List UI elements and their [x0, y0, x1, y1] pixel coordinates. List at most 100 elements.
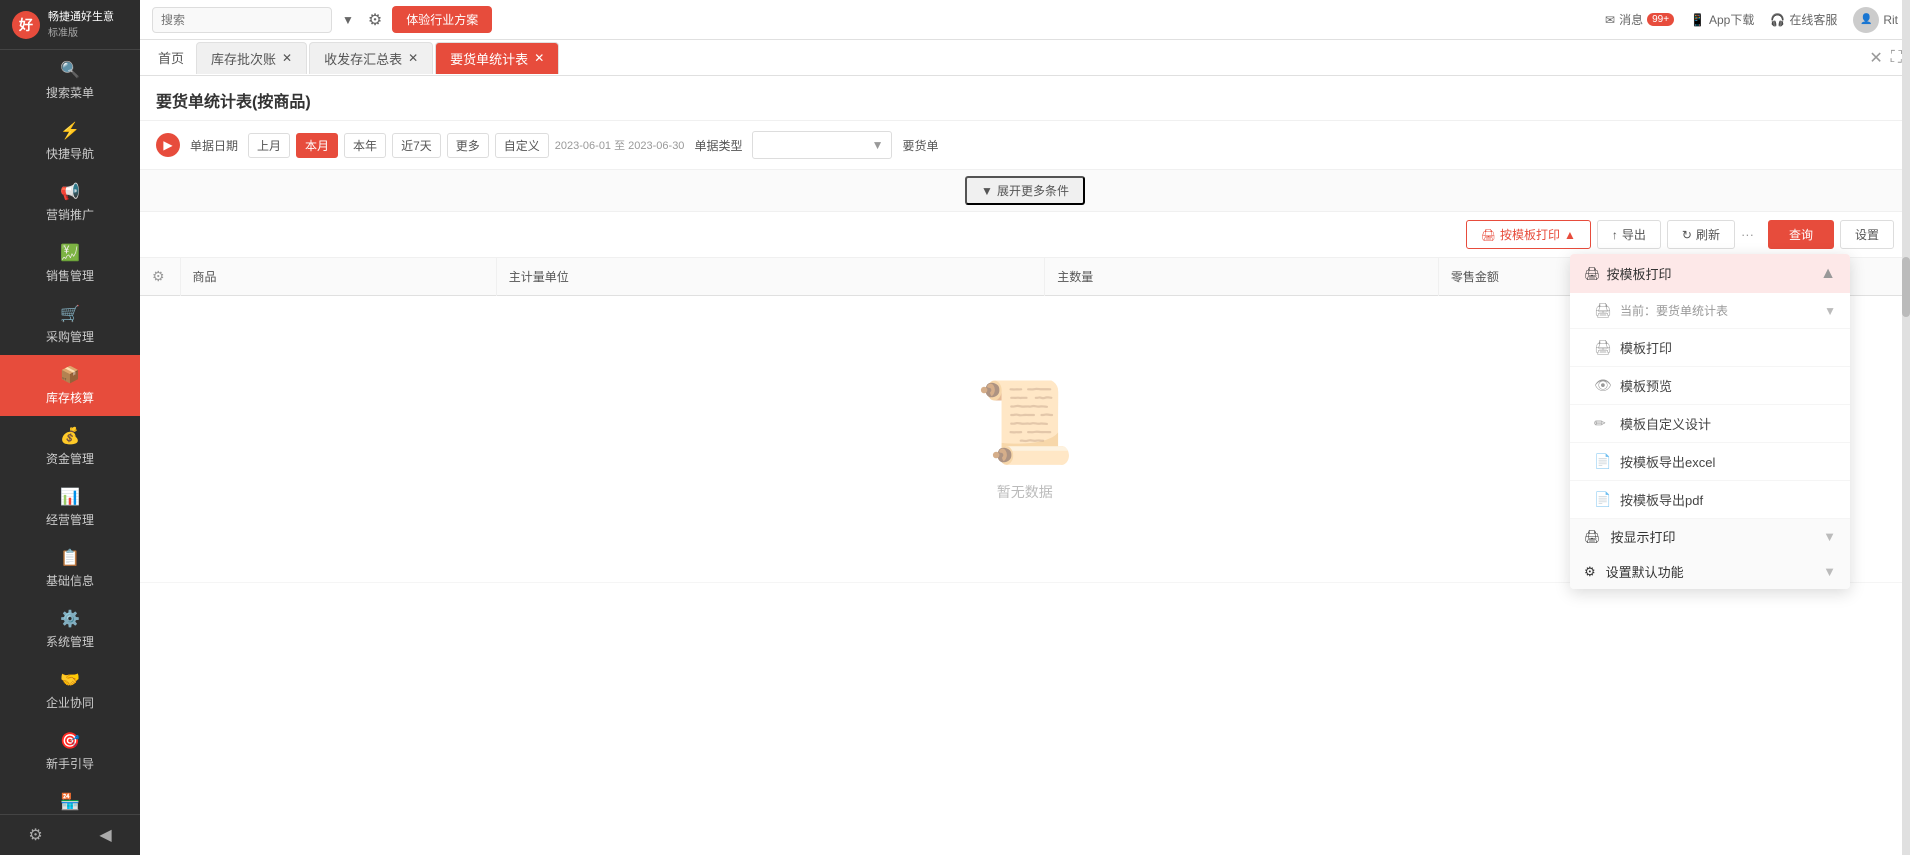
- default-func-label: 设置默认功能: [1606, 562, 1684, 581]
- export-pdf-label: 按模板导出pdf: [1620, 490, 1703, 509]
- page: 要货单统计表(按商品) ▶ 单据日期 上月 本月 本年 近7天 更多 自定义 2…: [140, 76, 1910, 855]
- message-label: 消息: [1619, 11, 1643, 28]
- sidebar-item-purchase[interactable]: 🛒 采购管理: [0, 294, 140, 355]
- sidebar-item-label: 营销推广: [46, 206, 94, 223]
- date-year-btn[interactable]: 本年: [344, 133, 386, 158]
- expand-arrow-btn[interactable]: ▶: [156, 133, 180, 157]
- app-logo: 好 畅捷通好生意 标准版: [0, 0, 140, 50]
- dropdown-export-excel[interactable]: 📄 按模板导出excel: [1570, 443, 1850, 481]
- dropdown-default-func[interactable]: ⚙ 设置默认功能 ▼: [1570, 554, 1850, 589]
- logo-text: 畅捷通好生意: [48, 10, 114, 24]
- type-filter-select[interactable]: ▼: [752, 131, 892, 159]
- date-custom-btn[interactable]: 自定义: [495, 133, 549, 158]
- window-close-icon[interactable]: ✕: [1869, 48, 1882, 68]
- empty-icon: 📜: [975, 376, 1075, 470]
- sidebar-item-system[interactable]: ⚙️ 系统管理: [0, 599, 140, 660]
- print-button[interactable]: 🖨 按模板打印 ▲: [1466, 220, 1591, 249]
- print-dropdown-close-icon[interactable]: ▲: [1820, 265, 1836, 283]
- refresh-button[interactable]: ↻ 刷新: [1667, 220, 1735, 249]
- window-maximize-icon[interactable]: ⛶: [1891, 49, 1902, 67]
- sales-icon: 💹: [60, 243, 80, 263]
- table-settings-icon[interactable]: ⚙: [152, 268, 165, 284]
- scrollbar-thumb[interactable]: [1902, 257, 1910, 317]
- basic-icon: 📋: [60, 548, 80, 568]
- date-7days-btn[interactable]: 近7天: [392, 133, 441, 158]
- date-prev-btn[interactable]: 上月: [248, 133, 290, 158]
- sidebar-item-label: 系统管理: [46, 633, 94, 650]
- template-design-label: 模板自定义设计: [1620, 414, 1711, 433]
- search-icon: 🔍: [60, 60, 80, 80]
- sidebar-item-guide[interactable]: 🎯 新手引导: [0, 721, 140, 782]
- action-area: 🖨 按模板打印 ▲ ↑ 导出 ↻ 刷新 ··· 查询 设置: [140, 212, 1910, 258]
- dropdown-display-print[interactable]: 🖨 按显示打印 ▼: [1570, 519, 1850, 554]
- guide-icon: 🎯: [60, 731, 80, 751]
- tab-collection-label: 收发存汇总表: [324, 49, 402, 68]
- th-quantity: 主数量: [1045, 258, 1439, 296]
- sidebar-item-quicknav[interactable]: ⚡ 快捷导航: [0, 111, 140, 172]
- experience-button[interactable]: 体验行业方案: [392, 6, 492, 33]
- settings-footer-icon[interactable]: ⚙: [28, 825, 42, 845]
- sidebar-item-inventory[interactable]: 📦 库存核算: [0, 355, 140, 416]
- message-item[interactable]: ✉ 消息 99+: [1605, 11, 1674, 28]
- sidebar-item-basic[interactable]: 📋 基础信息: [0, 538, 140, 599]
- tab-order-stats[interactable]: 要货单统计表 ✕: [435, 42, 559, 74]
- logo-sub: 标准版: [48, 24, 114, 39]
- display-print-icon: 🖨: [1584, 529, 1601, 545]
- action-dots-icon[interactable]: ···: [1741, 227, 1754, 242]
- dropdown-template-print[interactable]: 🖨 模板打印: [1570, 329, 1850, 367]
- sidebar-item-sales[interactable]: 💹 销售管理: [0, 233, 140, 294]
- user-avatar-item[interactable]: 👤 Rit: [1853, 7, 1898, 33]
- th-gear[interactable]: ⚙: [140, 258, 180, 296]
- tab-batch-close[interactable]: ✕: [282, 51, 292, 65]
- date-curr-btn[interactable]: 本月: [296, 133, 338, 158]
- sidebar-scroll: 🔍 搜索菜单 ⚡ 快捷导航 📢 营销推广 💹 销售管理 🛒 采购管理 📦 库存核…: [0, 50, 140, 814]
- avatar: 👤: [1853, 7, 1879, 33]
- dropdown-arrow: ▼: [342, 13, 354, 27]
- dropdown-current-item[interactable]: 🖨 当前：要货单统计表 ▼: [1570, 293, 1850, 329]
- settings-button[interactable]: 设置: [1840, 220, 1894, 249]
- sidebar: 好 畅捷通好生意 标准版 🔍 搜索菜单 ⚡ 快捷导航 📢 营销推广 💹 销售管理…: [0, 0, 140, 855]
- filter-bar: ▶ 单据日期 上月 本月 本年 近7天 更多 自定义 2023-06-01 至 …: [140, 121, 1910, 170]
- tab-order-stats-close[interactable]: ✕: [534, 51, 544, 65]
- tab-collection[interactable]: 收发存汇总表 ✕: [309, 42, 433, 74]
- sidebar-item-search[interactable]: 🔍 搜索菜单: [0, 50, 140, 111]
- inventory-icon: 📦: [60, 365, 80, 385]
- sidebar-item-cooperation[interactable]: 🤝 企业协同: [0, 660, 140, 721]
- message-badge: 99+: [1647, 13, 1674, 26]
- dropdown-template-preview[interactable]: 👁 模板预览: [1570, 367, 1850, 405]
- marketing-icon: 📢: [60, 182, 80, 202]
- query-button[interactable]: 查询: [1768, 220, 1834, 249]
- search-input[interactable]: [152, 7, 332, 33]
- scrollbar[interactable]: [1902, 0, 1910, 855]
- online-service-item[interactable]: 🎧 在线客服: [1770, 11, 1837, 28]
- sidebar-item-label: 企业协同: [46, 694, 94, 711]
- export-button[interactable]: ↑ 导出: [1597, 220, 1661, 249]
- sidebar-item-label: 经营管理: [46, 511, 94, 528]
- sidebar-item-operations[interactable]: 📊 经营管理: [0, 477, 140, 538]
- date-range-display: 2023-06-01 至 2023-06-30: [555, 137, 685, 153]
- dropdown-template-design[interactable]: ✏ 模板自定义设计: [1570, 405, 1850, 443]
- gear-icon[interactable]: ⚙: [368, 10, 382, 30]
- expand-more-label: 展开更多条件: [997, 182, 1069, 199]
- app-download-item[interactable]: 📱 App下载: [1690, 11, 1754, 28]
- sidebar-item-label: 库存核算: [46, 389, 94, 406]
- topbar-dropdown[interactable]: ▼: [342, 13, 354, 27]
- dropdown-export-pdf[interactable]: 📄 按模板导出pdf: [1570, 481, 1850, 519]
- tab-batch[interactable]: 库存批次账 ✕: [196, 42, 307, 74]
- headset-icon: 🎧: [1770, 13, 1785, 27]
- sidebar-item-marketing[interactable]: 📢 营销推广: [0, 172, 140, 233]
- sidebar-item-finance[interactable]: 💰 资金管理: [0, 416, 140, 477]
- operations-icon: 📊: [60, 487, 80, 507]
- page-title: 要货单统计表(按商品): [156, 88, 1894, 112]
- expand-more-btn[interactable]: ▼ 展开更多条件: [965, 176, 1085, 205]
- display-print-label: 按显示打印: [1611, 527, 1676, 546]
- app-download-label: App下载: [1709, 11, 1754, 28]
- tab-collection-close[interactable]: ✕: [408, 51, 418, 65]
- collapse-icon[interactable]: ◀: [99, 825, 111, 845]
- date-more-btn[interactable]: 更多: [447, 133, 489, 158]
- empty-text: 暂无数据: [997, 482, 1053, 502]
- tab-order-stats-label: 要货单统计表: [450, 49, 528, 68]
- date-filter-label: 单据日期: [190, 137, 238, 154]
- tab-home[interactable]: 首页: [148, 42, 194, 73]
- sidebar-item-appstore[interactable]: 🏪 应用中心: [0, 782, 140, 814]
